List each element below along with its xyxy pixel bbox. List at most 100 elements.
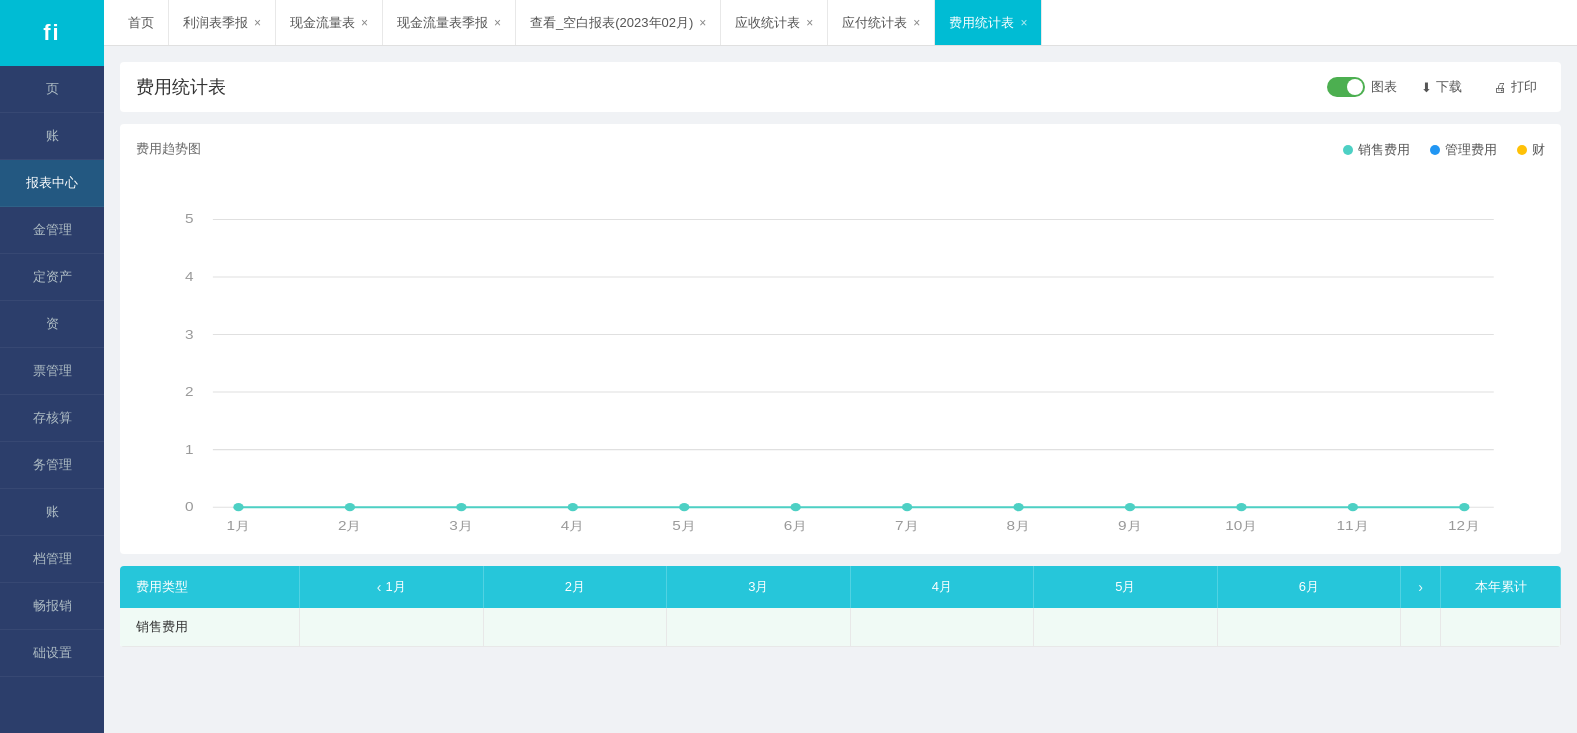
tab-cash-flow[interactable]: 现金流量表 × <box>276 0 383 46</box>
sidebar-item-report-center[interactable]: 报表中心 <box>0 160 104 207</box>
svg-point-25 <box>345 503 355 511</box>
sidebar-item-fund-mgmt[interactable]: 金管理 <box>0 207 104 254</box>
svg-point-30 <box>902 503 912 511</box>
svg-text:12月: 12月 <box>1448 518 1481 532</box>
legend-label-sales: 销售费用 <box>1358 141 1410 159</box>
prev-arrow-icon[interactable]: ‹ <box>377 579 382 595</box>
svg-text:6月: 6月 <box>784 518 808 532</box>
svg-point-35 <box>1459 503 1469 511</box>
cell-m1 <box>300 608 484 646</box>
legend-dot-mgmt <box>1430 145 1440 155</box>
col-ytd: 本年累计 <box>1441 566 1561 608</box>
col-m5: 5月 <box>1034 566 1218 608</box>
tab-profit-quarter-close[interactable]: × <box>254 16 261 30</box>
sidebar-item-ledger[interactable]: 账 <box>0 489 104 536</box>
sidebar-item-invoice-mgmt[interactable]: 票管理 <box>0 348 104 395</box>
cell-m3 <box>667 608 851 646</box>
svg-text:3: 3 <box>185 327 194 341</box>
download-button[interactable]: ⬇ 下载 <box>1413 74 1470 100</box>
svg-text:9月: 9月 <box>1118 518 1142 532</box>
svg-point-24 <box>233 503 243 511</box>
svg-text:5: 5 <box>185 212 194 226</box>
svg-text:10月: 10月 <box>1225 518 1258 532</box>
col-ytd-label: 本年累计 <box>1475 578 1527 596</box>
col-m1-label: 1月 <box>385 578 405 596</box>
tab-payable-stats-label: 应付统计表 <box>842 14 907 32</box>
col-nav-prev[interactable]: ‹ 1月 <box>300 566 484 608</box>
col-expense-type: 费用类型 <box>120 566 300 608</box>
svg-text:7月: 7月 <box>895 518 919 532</box>
table-section: 费用类型 ‹ 1月 2月 3月 4月 5月 <box>120 566 1561 647</box>
svg-text:5月: 5月 <box>672 518 696 532</box>
col-m6: 6月 <box>1218 566 1402 608</box>
page-header: 费用统计表 图表 ⬇ 下载 🖨 打印 <box>120 62 1561 112</box>
tab-receivable-stats-close[interactable]: × <box>806 16 813 30</box>
svg-point-26 <box>456 503 466 511</box>
chart-toggle-label: 图表 <box>1371 78 1397 96</box>
cell-m5 <box>1034 608 1218 646</box>
tab-blank-report-close[interactable]: × <box>699 16 706 30</box>
page-title: 费用统计表 <box>136 75 226 99</box>
chart-container: 5 4 3 2 1 0 1月 2月 3月 4月 5月 6月 7月 8月 9 <box>136 168 1545 538</box>
legend-finance-expense: 财 <box>1517 141 1545 159</box>
svg-text:1: 1 <box>185 442 194 456</box>
cell-expense-type: 销售费用 <box>120 608 300 646</box>
tab-receivable-stats[interactable]: 应收统计表 × <box>721 0 828 46</box>
print-button[interactable]: 🖨 打印 <box>1486 74 1545 100</box>
col-m3: 3月 <box>667 566 851 608</box>
tab-home-label: 首页 <box>128 14 154 32</box>
sidebar-item-fixed-assets[interactable]: 定资产 <box>0 254 104 301</box>
tab-payable-stats-close[interactable]: × <box>913 16 920 30</box>
tab-home[interactable]: 首页 <box>114 0 169 46</box>
svg-point-32 <box>1125 503 1135 511</box>
col-m3-label: 3月 <box>748 578 768 596</box>
sidebar-item-home[interactable]: 页 <box>0 66 104 113</box>
col-expense-type-label: 费用类型 <box>136 578 188 596</box>
tab-cash-flow-close[interactable]: × <box>361 16 368 30</box>
tab-blank-report[interactable]: 查看_空白报表(2023年02月) × <box>516 0 721 46</box>
sidebar-item-basic-settings[interactable]: 础设置 <box>0 630 104 677</box>
tab-bar: 首页 利润表季报 × 现金流量表 × 现金流量表季报 × 查看_空白报表(202… <box>104 0 1577 46</box>
svg-point-33 <box>1236 503 1246 511</box>
svg-text:8月: 8月 <box>1007 518 1031 532</box>
cell-m2 <box>484 608 668 646</box>
next-arrow-icon[interactable]: › <box>1418 579 1423 595</box>
chart-card: 费用趋势图 销售费用 管理费用 财 <box>120 124 1561 554</box>
svg-point-29 <box>791 503 801 511</box>
print-label: 打印 <box>1511 78 1537 96</box>
table-header: 费用类型 ‹ 1月 2月 3月 4月 5月 <box>120 566 1561 608</box>
table-row: 销售费用 <box>120 608 1561 647</box>
svg-point-27 <box>568 503 578 511</box>
main-area: 首页 利润表季报 × 现金流量表 × 现金流量表季报 × 查看_空白报表(202… <box>104 0 1577 733</box>
tab-expense-stats-close[interactable]: × <box>1020 16 1027 30</box>
sidebar-item-archive-mgmt[interactable]: 档管理 <box>0 536 104 583</box>
tab-blank-report-label: 查看_空白报表(2023年02月) <box>530 14 693 32</box>
tab-expense-stats-label: 费用统计表 <box>949 14 1014 32</box>
tab-cash-flow-quarter[interactable]: 现金流量表季报 × <box>383 0 516 46</box>
sidebar-item-account[interactable]: 账 <box>0 113 104 160</box>
tab-cash-flow-quarter-label: 现金流量表季报 <box>397 14 488 32</box>
col-m5-label: 5月 <box>1115 578 1135 596</box>
legend-label-mgmt: 管理费用 <box>1445 141 1497 159</box>
sidebar-item-investment[interactable]: 资 <box>0 301 104 348</box>
cell-nav <box>1401 608 1441 646</box>
sidebar-item-expense-report[interactable]: 畅报销 <box>0 583 104 630</box>
tab-cash-flow-quarter-close[interactable]: × <box>494 16 501 30</box>
tab-expense-stats[interactable]: 费用统计表 × <box>935 0 1042 46</box>
cell-ytd <box>1441 608 1561 646</box>
col-nav-next[interactable]: › <box>1401 566 1441 608</box>
tab-receivable-stats-label: 应收统计表 <box>735 14 800 32</box>
tab-profit-quarter[interactable]: 利润表季报 × <box>169 0 276 46</box>
chart-toggle-switch[interactable] <box>1327 77 1365 97</box>
chart-svg: 5 4 3 2 1 0 1月 2月 3月 4月 5月 6月 7月 8月 9 <box>136 168 1545 538</box>
svg-text:2: 2 <box>185 385 194 399</box>
cell-m6 <box>1218 608 1402 646</box>
tab-payable-stats[interactable]: 应付统计表 × <box>828 0 935 46</box>
sidebar-item-service-mgmt[interactable]: 务管理 <box>0 442 104 489</box>
legend-sales-expense: 销售费用 <box>1343 141 1410 159</box>
sidebar-item-inventory[interactable]: 存核算 <box>0 395 104 442</box>
svg-text:4: 4 <box>185 270 194 284</box>
col-m6-label: 6月 <box>1299 578 1319 596</box>
content-area: 费用统计表 图表 ⬇ 下载 🖨 打印 费用趋势图 <box>104 46 1577 733</box>
col-m2-label: 2月 <box>565 578 585 596</box>
